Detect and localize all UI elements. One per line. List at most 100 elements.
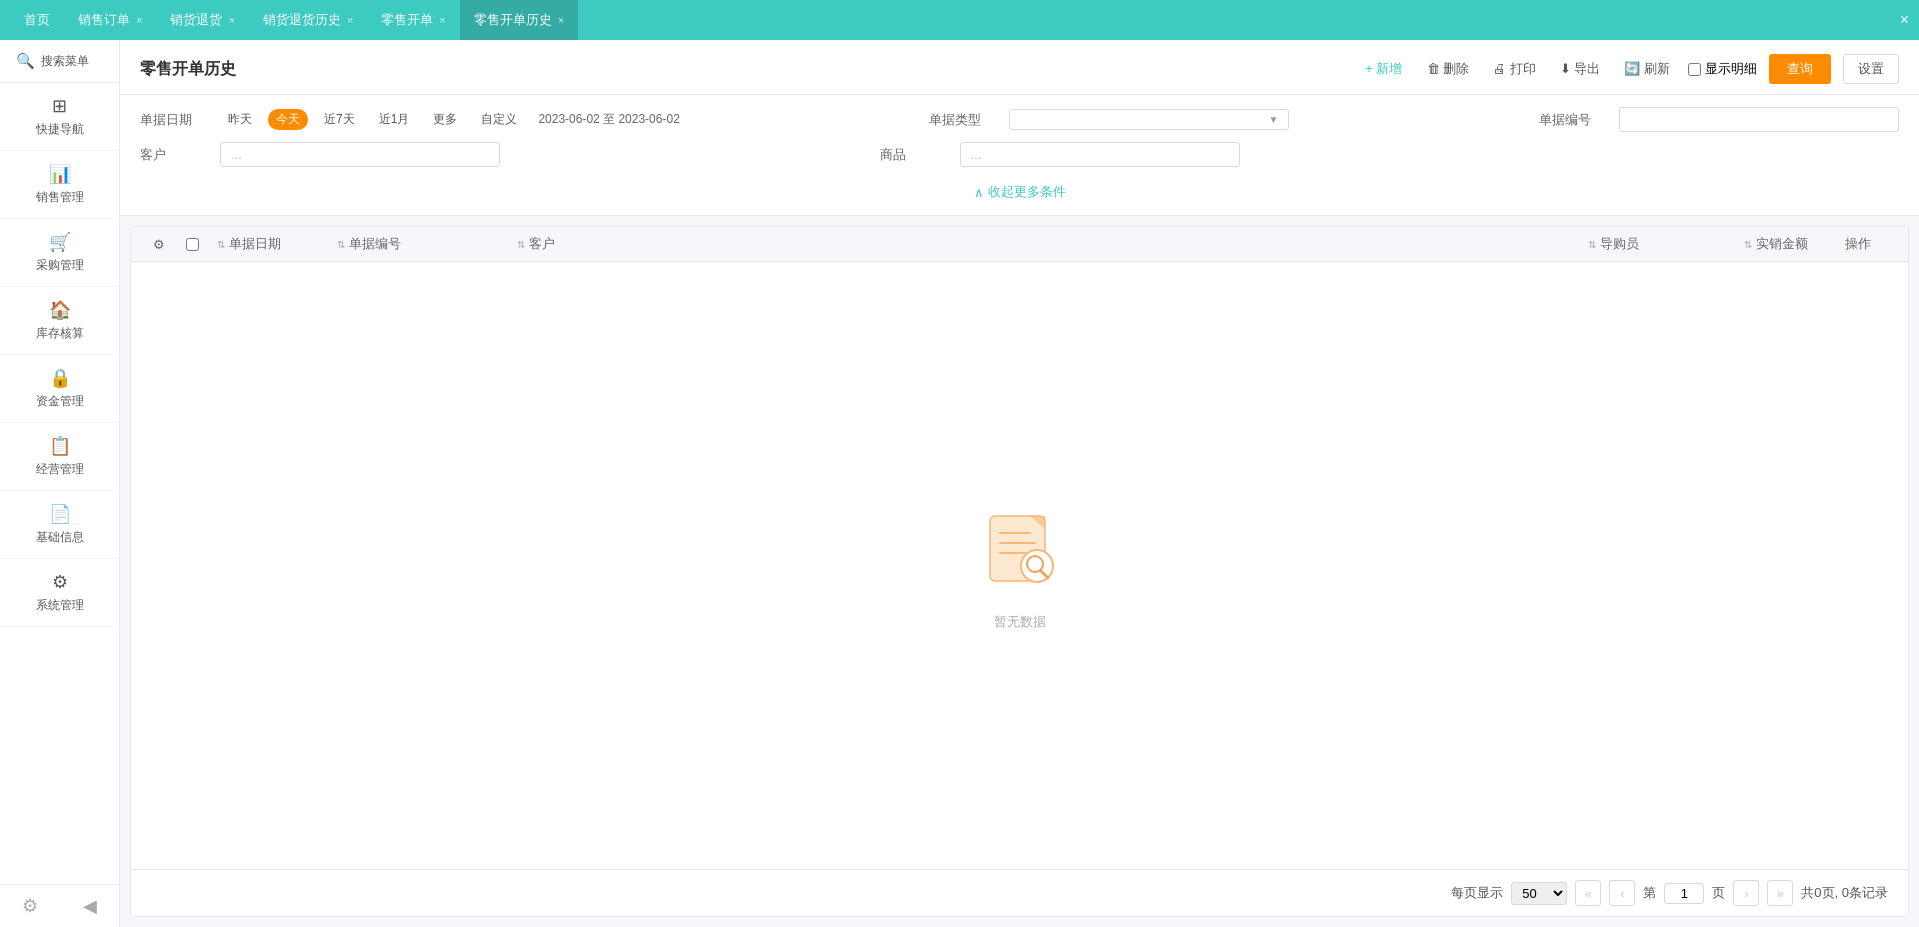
tab-close-sales-return-history[interactable]: ×	[347, 14, 353, 26]
collapse-conditions-label: 收起更多条件	[988, 183, 1066, 201]
th-guide: ⇅ 导购员	[1578, 235, 1698, 253]
sidebar-item-operations[interactable]: 📋 经营管理	[0, 423, 119, 491]
sidebar-label-operations: 经营管理	[36, 461, 84, 478]
sidebar-item-basic-info[interactable]: 📄 基础信息	[0, 491, 119, 559]
sidebar-item-purchase-mgmt[interactable]: 🛒 采购管理	[0, 219, 119, 287]
tab-close-sales-return[interactable]: ×	[228, 14, 234, 26]
filter-row-2: 客户 ... 商品 ...	[140, 142, 1899, 167]
tab-close-retail-open[interactable]: ×	[439, 14, 445, 26]
settings-button[interactable]: 设置	[1843, 54, 1899, 84]
tab-close-sales-order[interactable]: ×	[136, 14, 142, 26]
toolbar: + 新增 🗑 删除 🖨 打印 ⬇ 导出 🔄 刷新 显示明细 查询 设置	[1359, 54, 1899, 84]
sidebar-label-purchase-mgmt: 采购管理	[36, 257, 84, 274]
sidebar-label-basic-info: 基础信息	[36, 529, 84, 546]
refresh-button[interactable]: 🔄 刷新	[1618, 56, 1676, 82]
next-page-btn[interactable]: ›	[1733, 880, 1759, 906]
product-label: 商品	[880, 146, 940, 164]
sidebar-bottom: ⚙ ◀	[0, 884, 119, 927]
page-suffix: 页	[1712, 884, 1725, 902]
page-number-input[interactable]	[1664, 883, 1704, 904]
tab-sales-order[interactable]: 销售订单 ×	[64, 0, 156, 40]
sort-customer-icon[interactable]: ⇅	[517, 239, 525, 250]
sort-guide-icon[interactable]: ⇅	[1588, 239, 1596, 250]
tab-sales-return-history[interactable]: 销货退货历史 ×	[249, 0, 367, 40]
sales-mgmt-icon: 📊	[49, 163, 71, 185]
product-select[interactable]: ...	[960, 142, 1240, 167]
tab-home[interactable]: 首页	[10, 0, 64, 40]
delete-button[interactable]: 🗑 删除	[1421, 56, 1476, 82]
inventory-icon: 🏠	[49, 299, 71, 321]
operations-icon: 📋	[49, 435, 71, 457]
date-btn-more[interactable]: 更多	[425, 109, 465, 130]
sidebar-label-finance: 资金管理	[36, 393, 84, 410]
th-order-no: ⇅ 单据编号	[327, 235, 507, 253]
sidebar-item-finance[interactable]: 🔒 资金管理	[0, 355, 119, 423]
date-btn-today[interactable]: 今天	[268, 109, 308, 130]
date-btn-custom[interactable]: 自定义	[473, 109, 525, 130]
main-layout: 🔍 搜索菜单 ⊞ 快捷导航 📊 销售管理 🛒 采购管理 🏠 库存核算 🔒 资金管…	[0, 40, 1919, 927]
date-shortcuts: 昨天 今天 近7天 近1月 更多 自定义 2023-06-02 至 2023-0…	[220, 109, 680, 130]
th-customer: ⇅ 客户	[507, 235, 1578, 253]
select-all-checkbox-cell[interactable]	[177, 238, 207, 251]
tab-retail-open-history[interactable]: 零售开单历史 ×	[460, 0, 578, 40]
sort-order-no-icon[interactable]: ⇅	[337, 239, 345, 250]
collapse-conditions-btn[interactable]: ∧ 收起更多条件	[140, 177, 1899, 203]
sidebar-label-sales-mgmt: 销售管理	[36, 189, 84, 206]
per-page-label: 每页显示	[1451, 884, 1503, 902]
empty-state: 暂无数据	[131, 262, 1908, 869]
sort-amount-icon[interactable]: ⇅	[1744, 239, 1752, 250]
column-settings-icon[interactable]: ⚙	[141, 237, 177, 252]
date-btn-last1month[interactable]: 近1月	[371, 109, 418, 130]
date-btn-last7[interactable]: 近7天	[316, 109, 363, 130]
th-action: 操作	[1818, 235, 1898, 253]
table-header: ⚙ ⇅ 单据日期 ⇅ 单据编号 ⇅ 客户 ⇅ 导购员	[131, 227, 1908, 262]
pagination: 每页显示 50 10 20 100 « ‹ 第 页 › » 共0页, 0条记录	[131, 869, 1908, 916]
top-bar: 首页 销售订单 × 销货退货 × 销货退货历史 × 零售开单 × 零售开单历史 …	[0, 0, 1919, 40]
th-date: ⇅ 单据日期	[207, 235, 327, 253]
last-page-btn[interactable]: »	[1767, 880, 1793, 906]
basic-info-icon: 📄	[49, 503, 71, 525]
th-amount: ⇅ 实销金额	[1698, 235, 1818, 253]
page-title: 零售开单历史	[140, 59, 236, 80]
tab-close-retail-open-history[interactable]: ×	[558, 14, 564, 26]
add-button[interactable]: + 新增	[1359, 56, 1408, 82]
total-info: 共0页, 0条记录	[1801, 884, 1888, 902]
table-container: ⚙ ⇅ 单据日期 ⇅ 单据编号 ⇅ 客户 ⇅ 导购员	[130, 226, 1909, 917]
sidebar-item-quick-nav[interactable]: ⊞ 快捷导航	[0, 83, 119, 151]
sidebar-item-system-mgmt[interactable]: ⚙ 系统管理	[0, 559, 119, 627]
export-button[interactable]: ⬇ 导出	[1554, 56, 1607, 82]
collapse-sidebar-icon[interactable]: ◀	[83, 895, 97, 917]
date-range-display: 2023-06-02 至 2023-06-02	[538, 111, 679, 128]
system-mgmt-icon: ⚙	[52, 571, 68, 593]
prev-page-btn[interactable]: ‹	[1609, 880, 1635, 906]
show-detail-label: 显示明细	[1705, 60, 1757, 78]
show-detail-checkbox[interactable]	[1688, 63, 1701, 76]
order-type-select[interactable]: ▼	[1009, 109, 1289, 130]
tab-retail-open[interactable]: 零售开单 ×	[367, 0, 459, 40]
tab-sales-return[interactable]: 销货退货 ×	[156, 0, 248, 40]
sidebar-search[interactable]: 🔍 搜索菜单	[0, 40, 119, 83]
window-close-btn[interactable]: ×	[1900, 11, 1909, 29]
sidebar: 🔍 搜索菜单 ⊞ 快捷导航 📊 销售管理 🛒 采购管理 🏠 库存核算 🔒 资金管…	[0, 40, 120, 927]
sidebar-label-inventory: 库存核算	[36, 325, 84, 342]
order-type-label: 单据类型	[929, 111, 989, 129]
sort-date-icon[interactable]: ⇅	[217, 239, 225, 250]
per-page-select[interactable]: 50 10 20 100	[1511, 882, 1567, 905]
date-btn-yesterday[interactable]: 昨天	[220, 109, 260, 130]
page-label: 第	[1643, 884, 1656, 902]
sidebar-item-inventory[interactable]: 🏠 库存核算	[0, 287, 119, 355]
show-detail-checkbox-label[interactable]: 显示明细	[1688, 60, 1757, 78]
product-placeholder: ...	[971, 147, 1229, 162]
print-button[interactable]: 🖨 打印	[1487, 56, 1542, 82]
sidebar-item-sales-mgmt[interactable]: 📊 销售管理	[0, 151, 119, 219]
first-page-btn[interactable]: «	[1575, 880, 1601, 906]
order-type-arrow-icon: ▼	[1269, 114, 1279, 125]
customer-placeholder: ...	[231, 147, 489, 162]
customer-select[interactable]: ...	[220, 142, 500, 167]
settings-gear-icon[interactable]: ⚙	[22, 895, 38, 917]
collapse-up-icon: ∧	[974, 185, 984, 200]
order-no-input[interactable]	[1619, 107, 1899, 132]
filter-area: 单据日期 昨天 今天 近7天 近1月 更多 自定义 2023-06-02 至 2…	[120, 95, 1919, 216]
select-all-checkbox[interactable]	[186, 238, 199, 251]
query-button[interactable]: 查询	[1769, 54, 1831, 84]
